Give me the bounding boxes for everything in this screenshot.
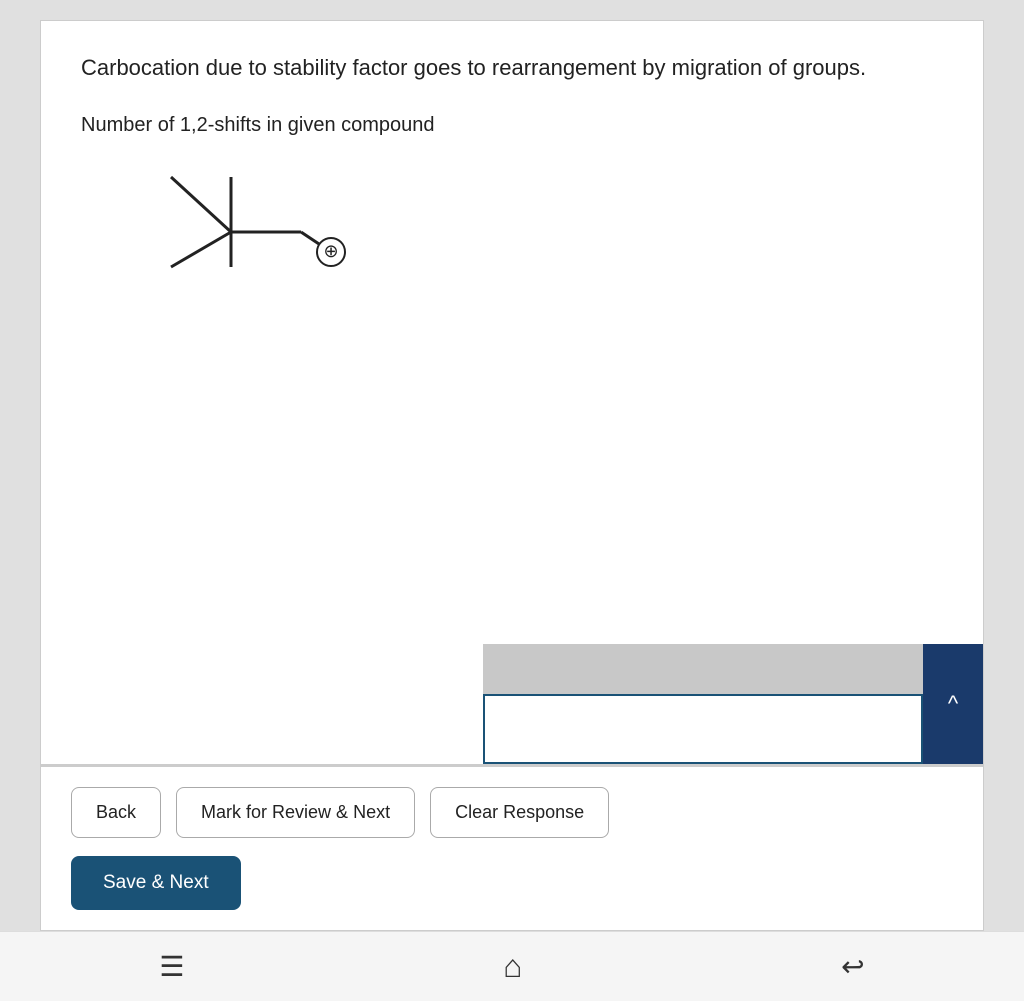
main-content: Carbocation due to stability factor goes… — [40, 20, 984, 765]
mark-review-button[interactable]: Mark for Review & Next — [176, 787, 415, 838]
bottom-panel: Back Mark for Review & Next Clear Respon… — [40, 765, 984, 931]
question-text: Carbocation due to stability factor goes… — [81, 51, 943, 84]
caret-icon: ^ — [948, 691, 958, 717]
answer-box-wrapper — [483, 644, 923, 764]
answer-input[interactable] — [483, 694, 923, 764]
answer-input-area: ^ — [483, 644, 983, 764]
save-next-row: Save & Next — [71, 856, 953, 910]
caret-button[interactable]: ^ — [923, 644, 983, 764]
menu-icon[interactable]: ☰ — [159, 950, 184, 983]
back-nav-icon[interactable]: ↩ — [841, 950, 864, 983]
nav-bar: ☰ ⌂ ↩ — [0, 931, 1024, 1001]
back-button[interactable]: Back — [71, 787, 161, 838]
clear-response-button[interactable]: Clear Response — [430, 787, 609, 838]
svg-text:⊕: ⊕ — [323, 241, 338, 261]
compound-svg: ⊕ — [111, 157, 371, 287]
action-buttons-row: Back Mark for Review & Next Clear Respon… — [71, 787, 953, 838]
save-next-button[interactable]: Save & Next — [71, 856, 241, 910]
compound-label: Number of 1,2-shifts in given compound — [81, 114, 943, 137]
compound-drawing: ⊕ — [111, 157, 371, 287]
home-icon[interactable]: ⌂ — [503, 948, 522, 985]
